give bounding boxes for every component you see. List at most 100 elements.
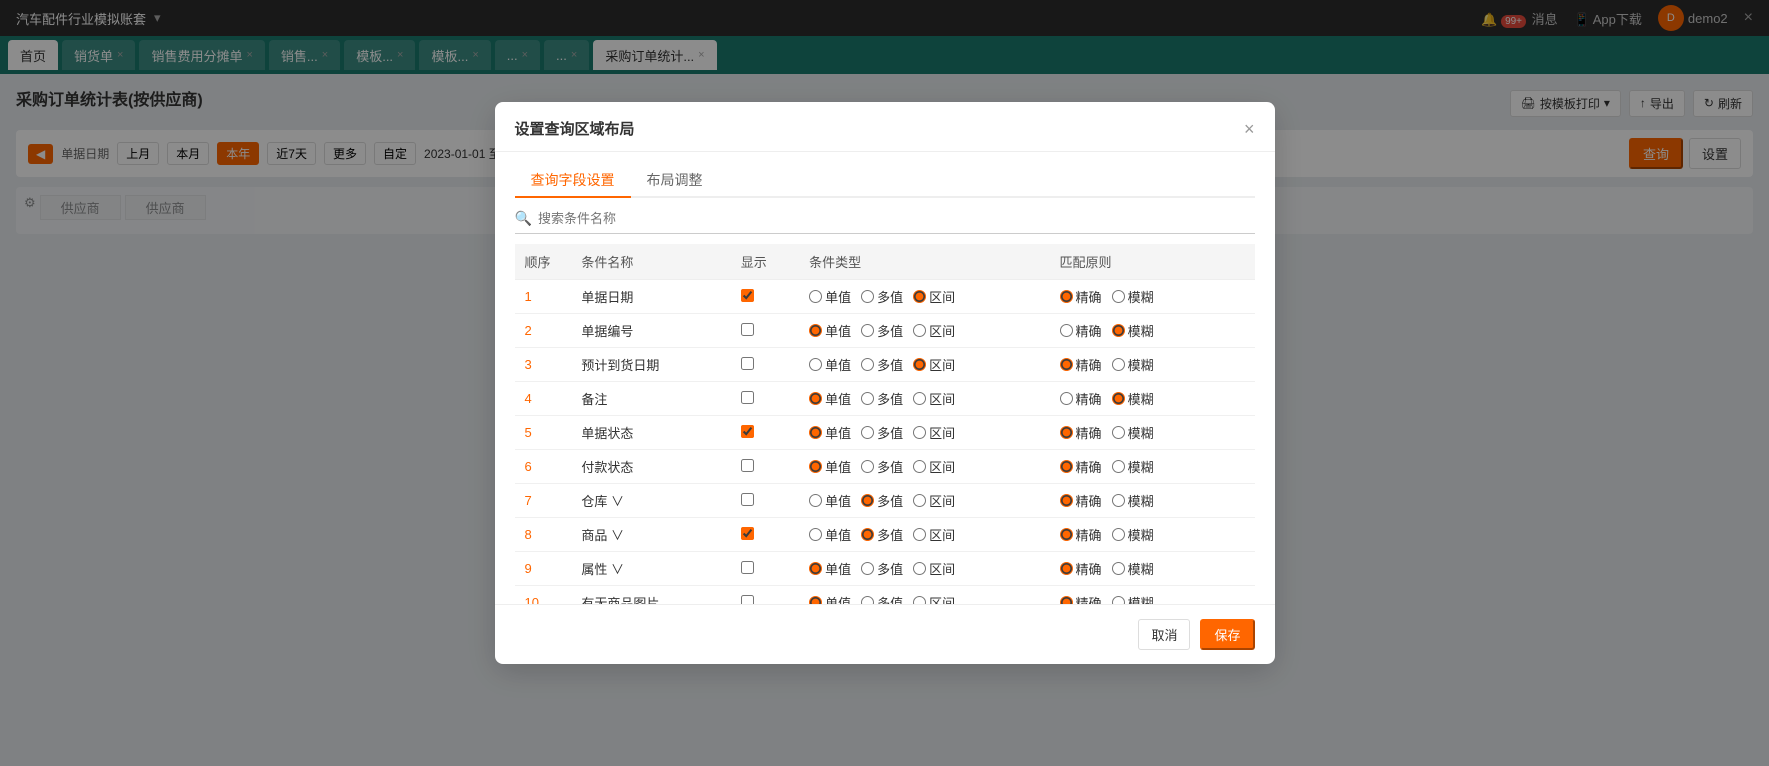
row-type-radio-多值[interactable] (861, 426, 874, 439)
row-show-checkbox[interactable] (741, 595, 754, 605)
row-type-radio-区间[interactable] (913, 562, 926, 575)
row-type-radio-单值[interactable] (809, 528, 822, 541)
row-order: 9 (515, 552, 572, 586)
row-match-radio-模糊[interactable] (1112, 358, 1125, 371)
row-match-radio-模糊[interactable] (1112, 562, 1125, 575)
search-icon: 🔍 (515, 210, 532, 227)
conditions-table-scroll[interactable]: 顺序 条件名称 显示 条件类型 匹配原则 1单据日期单值多值区间精确模糊2单据编… (515, 244, 1255, 604)
row-match-cell: 精确模糊 (1050, 280, 1255, 314)
row-type-radio-多值[interactable] (861, 528, 874, 541)
row-condition-name: 仓库 ∨ (571, 484, 730, 518)
row-match-radio-精确[interactable] (1060, 426, 1073, 439)
row-type-cell: 单值多值区间 (799, 416, 1049, 450)
table-header-row: 顺序 条件名称 显示 条件类型 匹配原则 (515, 244, 1255, 280)
modal-title: 设置查询区域布局 (515, 118, 635, 139)
row-match-radio-精确[interactable] (1060, 392, 1073, 405)
row-show-checkbox-cell (731, 450, 799, 484)
save-button[interactable]: 保存 (1200, 619, 1254, 650)
row-match-radio-模糊[interactable] (1112, 460, 1125, 473)
row-type-radio-区间[interactable] (913, 392, 926, 405)
row-show-checkbox[interactable] (741, 323, 754, 336)
row-show-checkbox[interactable] (741, 289, 754, 302)
conditions-table: 顺序 条件名称 显示 条件类型 匹配原则 1单据日期单值多值区间精确模糊2单据编… (515, 244, 1255, 604)
row-match-cell: 精确模糊 (1050, 518, 1255, 552)
row-condition-name: 单据日期 (571, 280, 730, 314)
row-show-checkbox-cell (731, 382, 799, 416)
row-type-radio-多值[interactable] (861, 324, 874, 337)
row-type-radio-单值[interactable] (809, 596, 822, 604)
row-type-radio-单值[interactable] (809, 324, 822, 337)
row-type-radio-多值[interactable] (861, 290, 874, 303)
row-type-radio-区间[interactable] (913, 324, 926, 337)
row-show-checkbox[interactable] (741, 425, 754, 438)
row-match-radio-精确[interactable] (1060, 494, 1073, 507)
row-type-radio-单值[interactable] (809, 460, 822, 473)
row-show-checkbox-cell (731, 348, 799, 382)
row-condition-name: 属性 ∨ (571, 552, 730, 586)
row-type-radio-多值[interactable] (861, 460, 874, 473)
row-type-radio-区间[interactable] (913, 290, 926, 303)
table-row: 7仓库 ∨单值多值区间精确模糊 (515, 484, 1255, 518)
row-match-radio-精确[interactable] (1060, 358, 1073, 371)
row-type-radio-区间[interactable] (913, 426, 926, 439)
row-show-checkbox[interactable] (741, 391, 754, 404)
row-type-cell: 单值多值区间 (799, 280, 1049, 314)
row-type-radio-单值[interactable] (809, 392, 822, 405)
row-show-checkbox-cell (731, 552, 799, 586)
row-condition-name: 备注 (571, 382, 730, 416)
row-match-radio-模糊[interactable] (1112, 324, 1125, 337)
row-show-checkbox[interactable] (741, 561, 754, 574)
table-row: 5单据状态单值多值区间精确模糊 (515, 416, 1255, 450)
row-match-radio-模糊[interactable] (1112, 528, 1125, 541)
row-match-radio-模糊[interactable] (1112, 290, 1125, 303)
row-order: 6 (515, 450, 572, 484)
row-match-radio-模糊[interactable] (1112, 596, 1125, 604)
row-type-radio-单值[interactable] (809, 494, 822, 507)
modal-search-bar: 🔍 (515, 210, 1255, 234)
row-type-radio-单值[interactable] (809, 358, 822, 371)
table-row: 3预计到货日期单值多值区间精确模糊 (515, 348, 1255, 382)
row-type-radio-区间[interactable] (913, 528, 926, 541)
row-order: 1 (515, 280, 572, 314)
row-type-radio-区间[interactable] (913, 358, 926, 371)
row-match-radio-精确[interactable] (1060, 324, 1073, 337)
modal-tab-query-fields[interactable]: 查询字段设置 (515, 164, 631, 198)
row-match-radio-精确[interactable] (1060, 290, 1073, 303)
table-row: 9属性 ∨单值多值区间精确模糊 (515, 552, 1255, 586)
row-type-cell: 单值多值区间 (799, 348, 1049, 382)
row-match-radio-精确[interactable] (1060, 460, 1073, 473)
row-match-radio-精确[interactable] (1060, 596, 1073, 604)
row-type-radio-多值[interactable] (861, 494, 874, 507)
row-type-radio-多值[interactable] (861, 358, 874, 371)
row-match-radio-精确[interactable] (1060, 528, 1073, 541)
row-show-checkbox[interactable] (741, 493, 754, 506)
row-type-cell: 单值多值区间 (799, 382, 1049, 416)
row-match-radio-精确[interactable] (1060, 562, 1073, 575)
row-type-radio-单值[interactable] (809, 562, 822, 575)
row-match-radio-模糊[interactable] (1112, 426, 1125, 439)
settings-modal: 设置查询区域布局 × 查询字段设置 布局调整 🔍 (495, 102, 1275, 664)
modal-close-button[interactable]: × (1244, 120, 1255, 138)
row-show-checkbox[interactable] (741, 459, 754, 472)
row-type-radio-多值[interactable] (861, 596, 874, 604)
row-match-cell: 精确模糊 (1050, 450, 1255, 484)
modal-overlay: 设置查询区域布局 × 查询字段设置 布局调整 🔍 (0, 0, 1769, 766)
row-show-checkbox[interactable] (741, 527, 754, 540)
cancel-button[interactable]: 取消 (1138, 619, 1190, 650)
row-show-checkbox[interactable] (741, 357, 754, 370)
row-type-radio-区间[interactable] (913, 596, 926, 604)
row-order: 7 (515, 484, 572, 518)
row-match-cell: 精确模糊 (1050, 382, 1255, 416)
row-type-radio-单值[interactable] (809, 426, 822, 439)
modal-tab-layout[interactable]: 布局调整 (631, 164, 719, 198)
row-type-radio-多值[interactable] (861, 392, 874, 405)
search-input[interactable] (538, 211, 718, 226)
row-match-radio-模糊[interactable] (1112, 392, 1125, 405)
row-condition-name: 单据状态 (571, 416, 730, 450)
row-match-radio-模糊[interactable] (1112, 494, 1125, 507)
row-type-radio-区间[interactable] (913, 460, 926, 473)
row-type-radio-多值[interactable] (861, 562, 874, 575)
col-header-match: 匹配原则 (1050, 244, 1255, 280)
row-type-radio-区间[interactable] (913, 494, 926, 507)
row-type-radio-单值[interactable] (809, 290, 822, 303)
